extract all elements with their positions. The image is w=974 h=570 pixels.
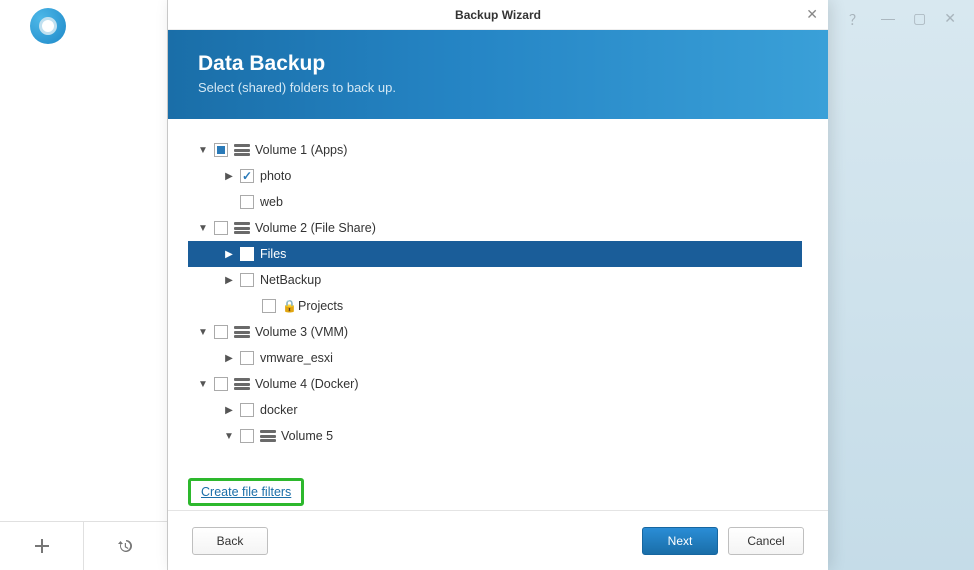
tree-row[interactable]: ▼ Volume 3 (VMM) bbox=[188, 319, 802, 345]
folder-tree[interactable]: ▼ Volume 1 (Apps) ▶ photo web ▼ Volume 2 (File… bbox=[188, 137, 808, 469]
tree-item-label: Files bbox=[260, 247, 286, 261]
tree-item-label: vmware_esxi bbox=[260, 351, 333, 365]
collapse-icon[interactable]: ▼ bbox=[198, 145, 208, 156]
tree-row[interactable]: ▼ Volume 4 (Docker) bbox=[188, 371, 802, 397]
collapse-icon[interactable]: ▼ bbox=[198, 379, 208, 390]
tree-row[interactable]: ▶ photo bbox=[188, 163, 802, 189]
maximize-icon[interactable]: ▢ bbox=[913, 10, 926, 30]
tree-row[interactable]: ▶ Files bbox=[188, 241, 802, 267]
backup-wizard-dialog: Backup Wizard ✕ Data Backup Select (shar… bbox=[168, 0, 828, 570]
add-task-button[interactable] bbox=[0, 522, 84, 570]
expand-icon[interactable]: ▶ bbox=[224, 171, 234, 182]
checkbox[interactable] bbox=[262, 299, 276, 313]
tree-row[interactable]: ▼ Volume 5 bbox=[188, 423, 802, 449]
collapse-icon[interactable]: ▼ bbox=[198, 223, 208, 234]
back-button[interactable]: Back bbox=[192, 527, 268, 555]
checkbox[interactable] bbox=[240, 351, 254, 365]
checkbox[interactable] bbox=[214, 325, 228, 339]
checkbox[interactable] bbox=[240, 247, 254, 261]
tree-row[interactable]: ▶ docker bbox=[188, 397, 802, 423]
expand-icon[interactable]: ▶ bbox=[224, 275, 234, 286]
tree-item-label: Volume 3 (VMM) bbox=[255, 325, 348, 339]
expand-icon[interactable]: ▶ bbox=[224, 353, 234, 364]
page-subtitle: Select (shared) folders to back up. bbox=[198, 80, 798, 95]
sidebar-bottom-toolbar bbox=[0, 521, 167, 570]
checkbox[interactable] bbox=[240, 403, 254, 417]
tree-item-label: Projects bbox=[298, 299, 343, 313]
page-title: Data Backup bbox=[198, 52, 798, 76]
checkbox[interactable] bbox=[240, 273, 254, 287]
plus-icon bbox=[32, 536, 52, 556]
collapse-icon[interactable]: ▼ bbox=[224, 431, 234, 442]
history-icon bbox=[116, 536, 136, 556]
dialog-close-button[interactable]: ✕ bbox=[806, 6, 818, 23]
checkbox[interactable] bbox=[214, 377, 228, 391]
pin-icon[interactable]: ？ bbox=[849, 10, 863, 30]
tree-item-label: Volume 5 bbox=[281, 429, 333, 443]
tree-item-label: photo bbox=[260, 169, 291, 183]
dialog-titlebar[interactable]: Backup Wizard ✕ bbox=[168, 0, 828, 30]
history-button[interactable] bbox=[84, 522, 167, 570]
dialog-title: Backup Wizard bbox=[455, 8, 541, 22]
minimize-icon[interactable]: — bbox=[881, 10, 895, 30]
collapse-icon[interactable]: ▼ bbox=[198, 327, 208, 338]
wizard-body: ▼ Volume 1 (Apps) ▶ photo web ▼ Volume 2 (File… bbox=[168, 119, 828, 510]
tree-row[interactable]: ▶ vmware_esxi bbox=[188, 345, 802, 371]
checkbox[interactable] bbox=[240, 195, 254, 209]
wizard-footer: Back Next Cancel bbox=[168, 510, 828, 570]
tree-item-label: Volume 1 (Apps) bbox=[255, 143, 347, 157]
volume-icon bbox=[234, 222, 250, 234]
expand-icon[interactable]: ▶ bbox=[224, 405, 234, 416]
next-button[interactable]: Next bbox=[642, 527, 718, 555]
tree-row[interactable]: ▶ NetBackup bbox=[188, 267, 802, 293]
wizard-header: Data Backup Select (shared) folders to b… bbox=[168, 30, 828, 119]
tree-row[interactable]: web bbox=[188, 189, 802, 215]
parent-close-icon[interactable]: ✕ bbox=[944, 10, 956, 30]
tree-row[interactable]: ▼ Volume 1 (Apps) bbox=[188, 137, 802, 163]
tree-item-label: Volume 2 (File Share) bbox=[255, 221, 376, 235]
lock-icon: 🔒 bbox=[282, 299, 294, 313]
tree-item-label: web bbox=[260, 195, 283, 209]
create-file-filters-highlight: Create file filters bbox=[188, 478, 304, 506]
create-file-filters-link[interactable]: Create file filters bbox=[201, 485, 291, 499]
volume-icon bbox=[234, 326, 250, 338]
sidebar bbox=[0, 0, 168, 570]
tree-row[interactable]: 🔒 Projects bbox=[188, 293, 802, 319]
checkbox[interactable] bbox=[240, 169, 254, 183]
volume-icon bbox=[234, 378, 250, 390]
expand-icon[interactable]: ▶ bbox=[224, 249, 234, 260]
tree-item-label: Volume 4 (Docker) bbox=[255, 377, 359, 391]
tree-row[interactable]: ▼ Volume 2 (File Share) bbox=[188, 215, 802, 241]
cancel-button[interactable]: Cancel bbox=[728, 527, 804, 555]
parent-window-controls: ？ — ▢ ✕ bbox=[849, 10, 956, 30]
tree-item-label: NetBackup bbox=[260, 273, 321, 287]
checkbox[interactable] bbox=[214, 221, 228, 235]
checkbox[interactable] bbox=[214, 143, 228, 157]
tree-item-label: docker bbox=[260, 403, 298, 417]
app-logo-icon bbox=[30, 8, 66, 44]
volume-icon bbox=[260, 430, 276, 442]
checkbox[interactable] bbox=[240, 429, 254, 443]
volume-icon bbox=[234, 144, 250, 156]
